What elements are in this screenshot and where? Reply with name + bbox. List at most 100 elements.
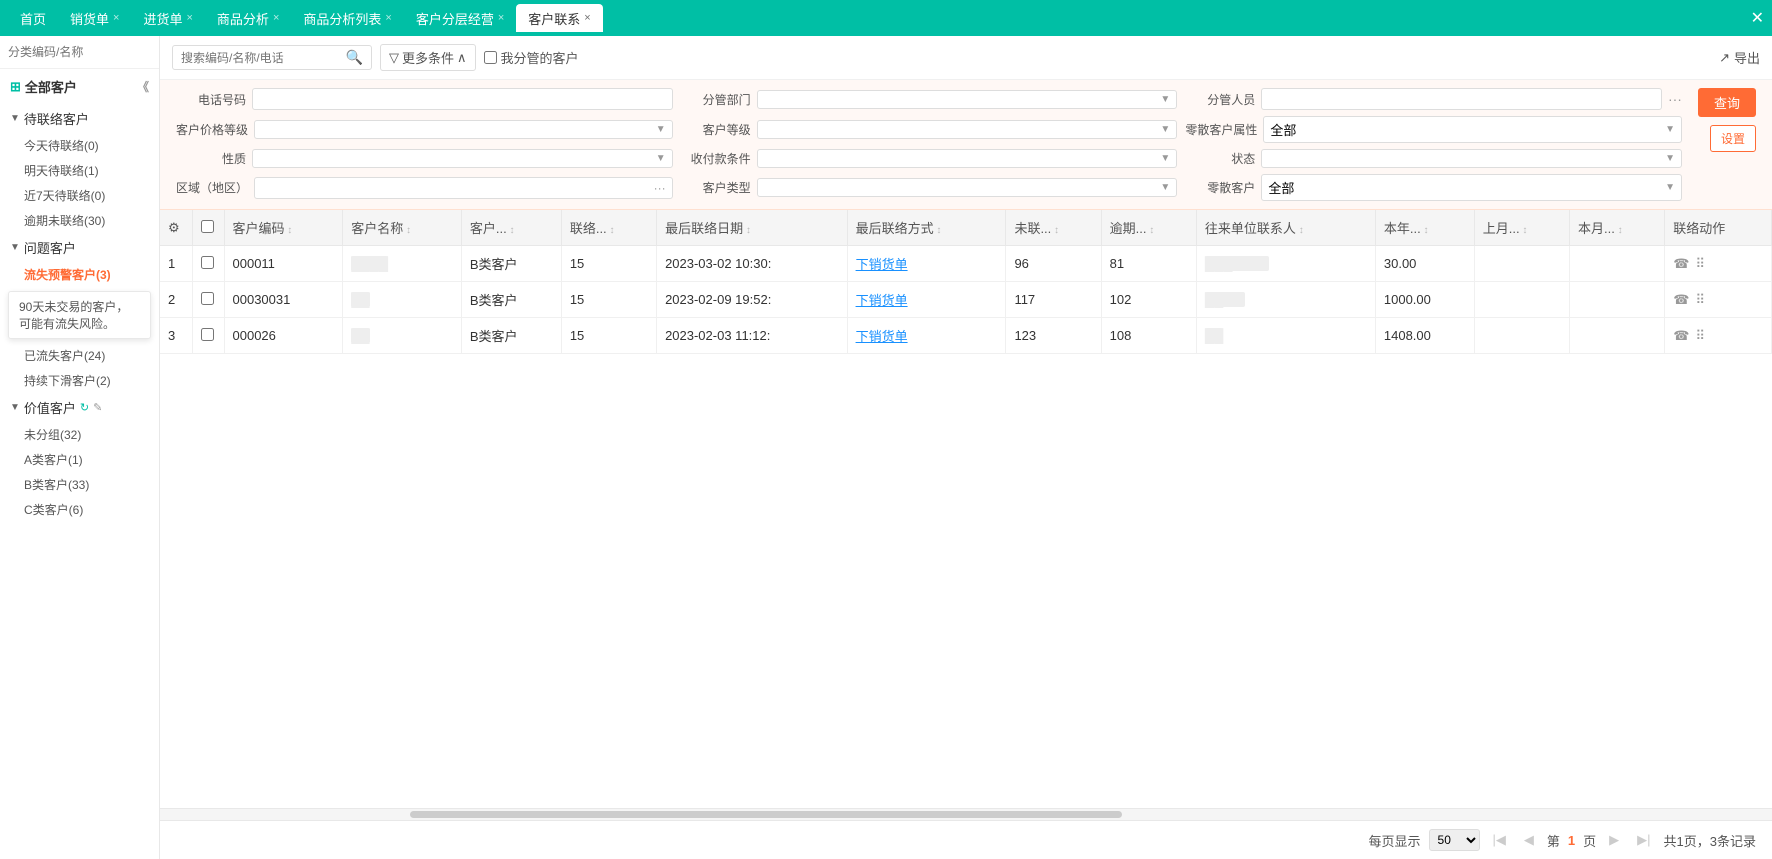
cell-last-way[interactable]: 下销货单 [847,318,1006,354]
filter-status-select[interactable]: ▼ [1261,149,1682,168]
close-window-btn[interactable]: ✕ [1751,8,1764,28]
filter-ctype-select[interactable]: ▼ [757,178,1178,197]
tab-customer-layer-close[interactable]: × [498,12,504,24]
action-call-icon[interactable]: ☎ [1673,328,1689,344]
cell-checkbox[interactable] [192,246,224,282]
tab-purchase[interactable]: 进货单 × [131,4,204,32]
sidebar-item-churned[interactable]: 已流失客户(24) [0,343,159,368]
tab-customer-contact[interactable]: 客户联系 × [516,4,602,32]
sidebar-item-week[interactable]: 近7天待联络(0) [0,183,159,208]
search-btn-icon[interactable]: 🔍 [346,49,363,66]
last-page-btn[interactable]: ▶| [1632,830,1655,850]
filter-person-more[interactable]: ··· [1668,91,1682,107]
filter-price-grade-select[interactable]: ▼ [254,120,673,139]
more-arrow-icon: ∧ [457,50,467,66]
sidebar-item-a-class[interactable]: A类客户(1) [0,447,159,472]
prev-page-btn[interactable]: ◀ [1519,830,1539,850]
settings-button[interactable]: 设置 [1710,125,1756,152]
search-input[interactable] [181,51,346,65]
tab-customer-layer[interactable]: 客户分层经营 × [404,4,516,32]
cell-action[interactable]: ☎⠿ [1665,282,1772,318]
cell-checkbox[interactable] [192,282,224,318]
filter-ctype-label: 客户类型 [681,179,751,196]
current-page: 1 [1568,833,1575,848]
more-conditions-btn[interactable]: ▽ 更多条件 ∧ [380,44,476,71]
action-menu-icon[interactable]: ⠿ [1695,256,1705,272]
tab-goods-analysis[interactable]: 商品分析 × [205,4,291,32]
filter-retail-attr-value: 全部 [1270,120,1296,139]
tab-purchase-close[interactable]: × [186,12,192,24]
per-page-select[interactable]: 50 100 200 [1429,829,1480,851]
tab-goods-list-close[interactable]: × [385,12,391,24]
sidebar-item-churn-warning[interactable]: 流失预警客户(3) [0,262,159,287]
action-call-icon[interactable]: ☎ [1673,256,1689,272]
sidebar-group-value-title[interactable]: ▼ 价值客户 ↻ ✎ [0,393,159,422]
cell-last-way[interactable]: 下销货单 [847,246,1006,282]
filter-region-select[interactable]: ··· [254,177,673,199]
tab-goods-list[interactable]: 商品分析列表 × [291,4,403,32]
my-customers-checkbox[interactable] [484,51,497,64]
col-last-month: 上月... [1474,210,1569,246]
sidebar-item-ungrouped[interactable]: 未分组(32) [0,422,159,447]
sidebar-item-tomorrow[interactable]: 明天待联络(1) [0,158,159,183]
cell-checkbox[interactable] [192,318,224,354]
tab-customer-contact-close[interactable]: × [584,12,590,24]
filter-grade-label: 客户等级 [681,121,751,138]
table-row: 2 00030031 ██ B类客户 15 2023-02-09 19:52: … [160,282,1772,318]
export-btn[interactable]: ↗ 导出 [1719,48,1760,67]
filter-grade-select[interactable]: ▼ [757,120,1178,139]
sidebar-item-b-class[interactable]: B类客户(33) [0,472,159,497]
filter-phone-input[interactable] [252,88,673,110]
sidebar-group-pending-title[interactable]: ▼ 待联络客户 [0,104,159,133]
select-all-checkbox[interactable] [201,220,214,233]
cell-last-month [1474,246,1569,282]
tab-goods-analysis-close[interactable]: × [273,12,279,24]
filter-price-grade-arrow: ▼ [656,124,666,135]
my-customers-checkbox-label[interactable]: 我分管的客户 [484,48,579,67]
cell-unit-contact: ██ [1196,318,1375,354]
filter-retail-attr-select[interactable]: 全部 ▼ [1263,116,1682,143]
horizontal-scrollbar[interactable] [160,808,1772,820]
filter-dept-select[interactable]: ▼ [757,90,1178,109]
action-menu-icon[interactable]: ⠿ [1695,292,1705,308]
cell-this-year: 1000.00 [1375,282,1474,318]
col-last-date: 最后联络日期 [657,210,848,246]
filter-price-grade-label: 客户价格等级 [176,121,248,138]
sidebar-item-today[interactable]: 今天待联络(0) [0,133,159,158]
sidebar-group-problem-title[interactable]: ▼ 问题客户 [0,233,159,262]
sidebar-item-c-class[interactable]: C类客户(6) [0,497,159,522]
cell-action[interactable]: ☎⠿ [1665,318,1772,354]
sidebar-item-declining[interactable]: 持续下滑客户(2) [0,368,159,393]
cell-last-way[interactable]: 下销货单 [847,282,1006,318]
cell-contact: 15 [561,282,656,318]
cell-action[interactable]: ☎⠿ [1665,246,1772,282]
filter-nature-field: 性质 ▼ [176,149,673,168]
filter-row-3: 性质 ▼ 收付款条件 ▼ [176,149,1682,168]
group-value-edit[interactable]: ✎ [93,401,102,414]
group-problem-arrow: ▼ [10,242,20,253]
action-menu-icon[interactable]: ⠿ [1695,328,1705,344]
first-page-btn[interactable]: |◀ [1488,830,1511,850]
sidebar-search-input[interactable] [8,45,160,59]
filter-payment-select[interactable]: ▼ [757,149,1178,168]
filter-person-input[interactable] [1261,88,1662,110]
tab-sales[interactable]: 销货单 × [58,4,131,32]
col-settings[interactable]: ⚙ [160,210,192,246]
filter-nature-select[interactable]: ▼ [252,149,673,168]
group-value-refresh[interactable]: ↻ [80,401,89,414]
collapse-sidebar-btn[interactable]: 《 [137,78,149,95]
sidebar-item-overdue[interactable]: 逾期未联络(30) [0,208,159,233]
filter-retail-label: 零散客户 [1185,179,1255,196]
filter-retail-select[interactable]: 全部 ▼ [1261,174,1682,201]
scrollbar-thumb[interactable] [410,811,1122,818]
tab-sales-close[interactable]: × [113,12,119,24]
filter-region-more[interactable]: ··· [654,181,666,195]
tab-home[interactable]: 首页 [8,4,58,32]
col-checkbox[interactable] [192,210,224,246]
next-page-btn[interactable]: ▶ [1604,830,1624,850]
action-call-icon[interactable]: ☎ [1673,292,1689,308]
query-button[interactable]: 查询 [1698,88,1756,117]
all-customers-icon: ⊞ [10,79,21,95]
filter-retail-attr-field: 零散客户属性 全部 ▼ [1185,116,1682,143]
sidebar-group-problem: ▼ 问题客户 流失预警客户(3) 90天未交易的客户，可能有流失风险。 已流失客… [0,233,159,393]
